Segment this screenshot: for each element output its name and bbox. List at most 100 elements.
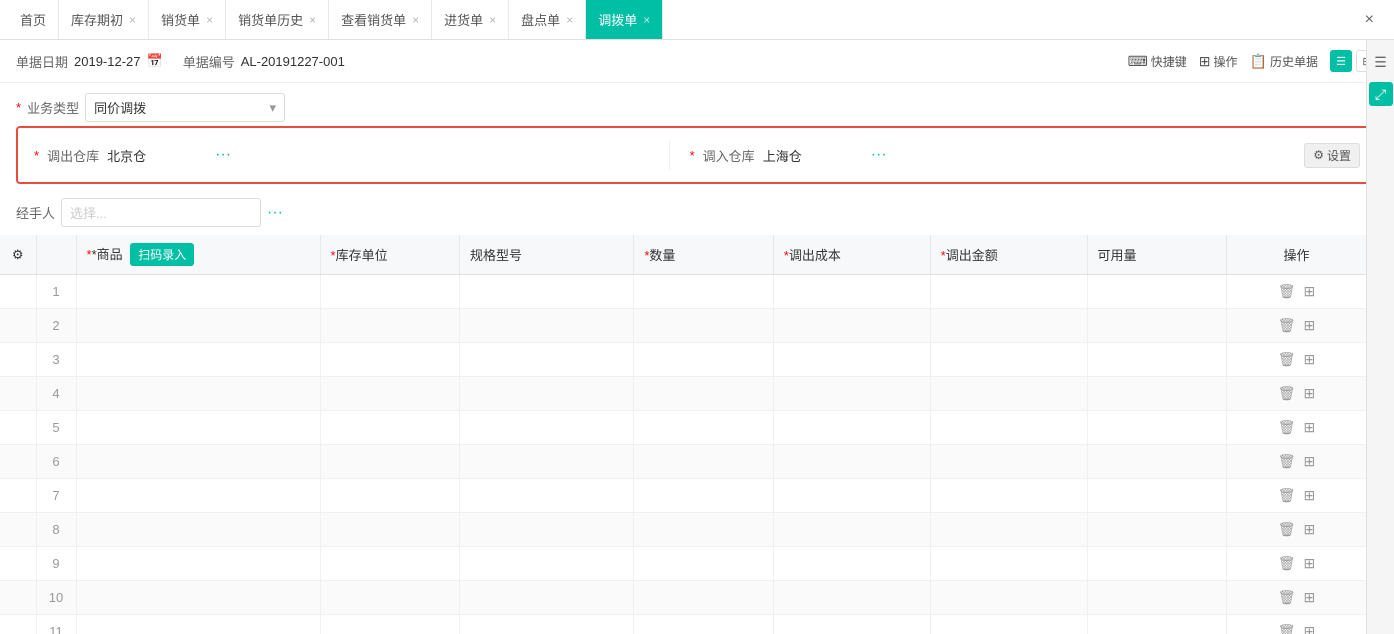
- tab-stock-initial[interactable]: 库存期初 ×: [59, 0, 149, 39]
- row-product-7[interactable]: [76, 479, 320, 513]
- tab-close-sales[interactable]: ×: [206, 13, 213, 27]
- history-button[interactable]: 📋 历史单据: [1250, 53, 1318, 70]
- row-amount-9[interactable]: [930, 547, 1087, 581]
- row-spec-7[interactable]: [460, 479, 634, 513]
- row-amount-3[interactable]: [930, 343, 1087, 377]
- row-product-4[interactable]: [76, 377, 320, 411]
- delete-icon-8[interactable]: 🗑: [1278, 521, 1296, 538]
- tab-close-inventory[interactable]: ×: [566, 13, 573, 27]
- row-qty-10[interactable]: [634, 581, 773, 615]
- row-product-2[interactable]: [76, 309, 320, 343]
- row-cost-8[interactable]: [773, 513, 930, 547]
- row-qty-9[interactable]: [634, 547, 773, 581]
- row-qty-5[interactable]: [634, 411, 773, 445]
- row-available-7[interactable]: [1087, 479, 1226, 513]
- row-available-6[interactable]: [1087, 445, 1226, 479]
- row-product-8[interactable]: [76, 513, 320, 547]
- row-product-1[interactable]: [76, 275, 320, 309]
- copy-icon-8[interactable]: ⊞: [1304, 521, 1316, 538]
- row-unit-3[interactable]: [320, 343, 459, 377]
- row-qty-7[interactable]: [634, 479, 773, 513]
- row-qty-8[interactable]: [634, 513, 773, 547]
- row-unit-7[interactable]: [320, 479, 459, 513]
- tab-close-stock-initial[interactable]: ×: [129, 13, 136, 27]
- row-cost-9[interactable]: [773, 547, 930, 581]
- tab-transfer[interactable]: 调拨单 ×: [586, 0, 663, 39]
- row-qty-2[interactable]: [634, 309, 773, 343]
- row-unit-10[interactable]: [320, 581, 459, 615]
- row-cost-1[interactable]: [773, 275, 930, 309]
- row-amount-10[interactable]: [930, 581, 1087, 615]
- copy-icon-5[interactable]: ⊞: [1304, 419, 1316, 436]
- copy-icon-6[interactable]: ⊞: [1304, 453, 1316, 470]
- row-product-10[interactable]: [76, 581, 320, 615]
- warehouse-in-more-button[interactable]: ···: [871, 146, 887, 164]
- row-available-9[interactable]: [1087, 547, 1226, 581]
- row-unit-5[interactable]: [320, 411, 459, 445]
- scan-entry-button[interactable]: 扫码录入: [130, 243, 194, 266]
- row-available-8[interactable]: [1087, 513, 1226, 547]
- copy-icon-10[interactable]: ⊞: [1304, 589, 1316, 606]
- delete-icon-1[interactable]: 🗑: [1278, 283, 1296, 300]
- row-qty-1[interactable]: [634, 275, 773, 309]
- row-available-10[interactable]: [1087, 581, 1226, 615]
- row-spec-5[interactable]: [460, 411, 634, 445]
- row-amount-2[interactable]: [930, 309, 1087, 343]
- calendar-icon[interactable]: 📅: [147, 53, 163, 69]
- row-cost-6[interactable]: [773, 445, 930, 479]
- row-qty-11[interactable]: [634, 615, 773, 634]
- delete-icon-9[interactable]: 🗑: [1278, 555, 1296, 572]
- row-available-2[interactable]: [1087, 309, 1226, 343]
- delete-icon-10[interactable]: 🗑: [1278, 589, 1296, 606]
- row-amount-1[interactable]: [930, 275, 1087, 309]
- delete-icon-4[interactable]: 🗑: [1278, 385, 1296, 402]
- row-spec-3[interactable]: [460, 343, 634, 377]
- agent-input[interactable]: 选择...: [61, 198, 261, 227]
- tab-home[interactable]: 首页: [8, 0, 59, 39]
- row-product-6[interactable]: [76, 445, 320, 479]
- row-spec-4[interactable]: [460, 377, 634, 411]
- operation-button[interactable]: ⊞ 操作: [1199, 53, 1238, 70]
- tab-purchase[interactable]: 进货单 ×: [432, 0, 509, 39]
- row-amount-5[interactable]: [930, 411, 1087, 445]
- delete-icon-6[interactable]: 🗑: [1278, 453, 1296, 470]
- tab-sales-history[interactable]: 销货单历史 ×: [226, 0, 329, 39]
- row-spec-11[interactable]: [460, 615, 634, 634]
- sidebar-list-icon[interactable]: ☰: [1369, 50, 1393, 74]
- row-unit-4[interactable]: [320, 377, 459, 411]
- row-cost-3[interactable]: [773, 343, 930, 377]
- row-spec-9[interactable]: [460, 547, 634, 581]
- business-type-dropdown[interactable]: 同价调拨 ▾: [85, 93, 285, 122]
- copy-icon-9[interactable]: ⊞: [1304, 555, 1316, 572]
- tab-close-sales-history[interactable]: ×: [309, 13, 316, 27]
- copy-icon-4[interactable]: ⊞: [1304, 385, 1316, 402]
- tab-close-purchase[interactable]: ×: [489, 13, 496, 27]
- row-qty-4[interactable]: [634, 377, 773, 411]
- row-product-9[interactable]: [76, 547, 320, 581]
- row-available-11[interactable]: [1087, 615, 1226, 634]
- row-amount-11[interactable]: [930, 615, 1087, 634]
- row-cost-11[interactable]: [773, 615, 930, 634]
- row-spec-10[interactable]: [460, 581, 634, 615]
- row-cost-10[interactable]: [773, 581, 930, 615]
- row-amount-8[interactable]: [930, 513, 1087, 547]
- copy-icon-2[interactable]: ⊞: [1304, 317, 1316, 334]
- row-amount-4[interactable]: [930, 377, 1087, 411]
- copy-icon-11[interactable]: ⊞: [1304, 623, 1316, 634]
- row-cost-5[interactable]: [773, 411, 930, 445]
- delete-icon-7[interactable]: 🗑: [1278, 487, 1296, 504]
- row-spec-8[interactable]: [460, 513, 634, 547]
- row-qty-6[interactable]: [634, 445, 773, 479]
- row-spec-6[interactable]: [460, 445, 634, 479]
- delete-icon-5[interactable]: 🗑: [1278, 419, 1296, 436]
- row-cost-4[interactable]: [773, 377, 930, 411]
- row-product-3[interactable]: [76, 343, 320, 377]
- row-product-5[interactable]: [76, 411, 320, 445]
- row-spec-1[interactable]: [460, 275, 634, 309]
- agent-more-button[interactable]: ···: [267, 204, 283, 222]
- row-unit-8[interactable]: [320, 513, 459, 547]
- row-unit-6[interactable]: [320, 445, 459, 479]
- row-unit-1[interactable]: [320, 275, 459, 309]
- row-available-3[interactable]: [1087, 343, 1226, 377]
- row-amount-6[interactable]: [930, 445, 1087, 479]
